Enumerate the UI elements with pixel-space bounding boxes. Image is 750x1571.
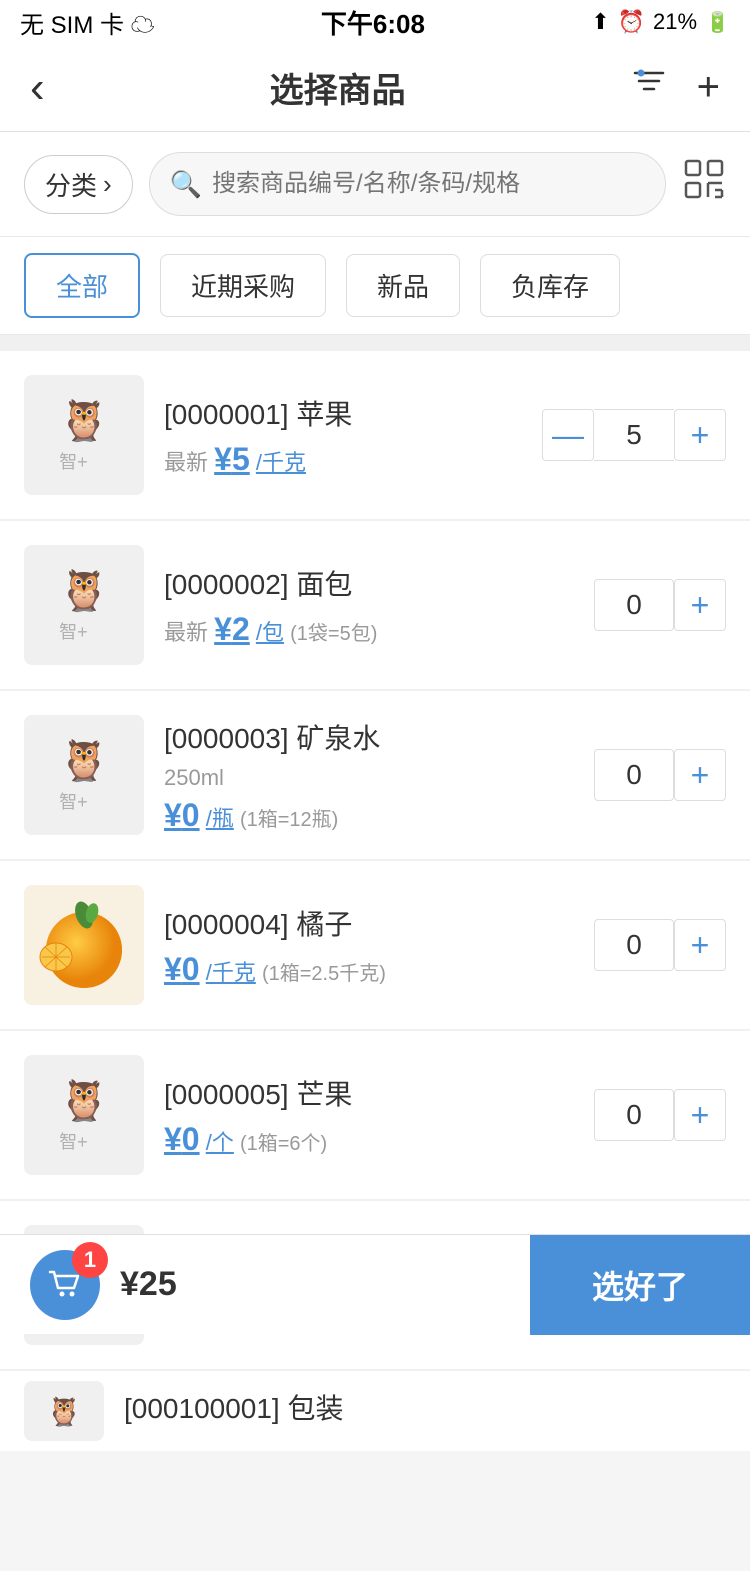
product-price: ¥0 /个 (1箱=6个) bbox=[164, 1121, 574, 1158]
nav-actions: + bbox=[631, 65, 720, 110]
cart-badge: 1 bbox=[72, 1242, 108, 1278]
product-price: ¥0 /千克 (1箱=2.5千克) bbox=[164, 951, 574, 988]
product-thumbnail bbox=[24, 885, 144, 1005]
quantity-control: + bbox=[594, 749, 726, 801]
plus-button[interactable]: + bbox=[674, 409, 726, 461]
tab-recent[interactable]: 近期采购 bbox=[160, 254, 326, 317]
list-item: 🦉 智+ [0000003] 矿泉水 250ml ¥0 /瓶 (1箱=12瓶) … bbox=[0, 691, 750, 859]
filter-icon[interactable] bbox=[631, 65, 667, 110]
search-row: 分类 › 🔍 bbox=[0, 132, 750, 237]
bottom-bar: 1 ¥25 选好了 bbox=[0, 1234, 750, 1334]
category-button[interactable]: 分类 › bbox=[24, 155, 133, 214]
product-name: [0000003] 矿泉水 bbox=[164, 717, 574, 757]
search-icon: 🔍 bbox=[170, 169, 202, 200]
bottom-spacer bbox=[0, 1451, 750, 1571]
product-price: ¥0 /瓶 (1箱=12瓶) bbox=[164, 797, 574, 834]
product-thumbnail: 🦉 智+ bbox=[24, 375, 144, 495]
placeholder-logo: 🦉 bbox=[59, 567, 109, 614]
plus-button[interactable]: + bbox=[674, 919, 726, 971]
plus-button[interactable]: + bbox=[674, 749, 726, 801]
quantity-input[interactable] bbox=[594, 579, 674, 631]
quantity-input[interactable] bbox=[594, 1089, 674, 1141]
product-info: [0000004] 橘子 ¥0 /千克 (1箱=2.5千克) bbox=[164, 903, 574, 988]
cart-area: 1 ¥25 bbox=[0, 1250, 207, 1320]
orange-image bbox=[34, 895, 134, 995]
product-info: [0000005] 芒果 ¥0 /个 (1箱=6个) bbox=[164, 1073, 574, 1158]
list-item: 🦉 智+ [0000005] 芒果 ¥0 /个 (1箱=6个) + bbox=[0, 1031, 750, 1199]
product-name: [0000001] 苹果 bbox=[164, 393, 522, 433]
product-info: [0000003] 矿泉水 250ml ¥0 /瓶 (1箱=12瓶) bbox=[164, 717, 574, 834]
placeholder-logo: 🦉 bbox=[47, 1395, 82, 1428]
back-button[interactable]: ‹ bbox=[30, 63, 45, 113]
quantity-control: — + bbox=[542, 409, 726, 461]
status-right: ⬆ ⏰ 21% 🔋 bbox=[591, 9, 730, 35]
list-item: 🦉 智+ [0000002] 面包 最新 ¥2 /包 (1袋=5包) + bbox=[0, 521, 750, 689]
placeholder-logo: 🦉 bbox=[59, 1077, 109, 1124]
product-name: [0000004] 橘子 bbox=[164, 903, 574, 943]
product-price: 最新 ¥5 /千克 bbox=[164, 441, 522, 478]
confirm-button[interactable]: 选好了 bbox=[530, 1235, 750, 1335]
quantity-input[interactable] bbox=[594, 919, 674, 971]
product-name: [000100001] 包装 bbox=[124, 1387, 726, 1427]
quantity-control: + bbox=[594, 579, 726, 631]
nav-bar: ‹ 选择商品 + bbox=[0, 44, 750, 132]
cart-icon-wrap[interactable]: 1 bbox=[30, 1250, 100, 1320]
status-left: 无 SIM 卡 ☁ bbox=[20, 5, 155, 40]
minus-button[interactable]: — bbox=[542, 409, 594, 461]
product-info: [0000002] 面包 最新 ¥2 /包 (1袋=5包) bbox=[164, 563, 574, 648]
product-thumbnail: 🦉 智+ bbox=[24, 715, 144, 835]
placeholder-logo: 🦉 bbox=[59, 737, 109, 784]
location-icon: ⬆ bbox=[591, 9, 609, 35]
product-spec: 250ml bbox=[164, 765, 574, 791]
search-input[interactable] bbox=[212, 170, 645, 198]
battery-icon: 🔋 bbox=[705, 10, 730, 35]
tab-all[interactable]: 全部 bbox=[24, 253, 140, 318]
tab-new[interactable]: 新品 bbox=[346, 254, 460, 317]
product-info: [0000001] 苹果 最新 ¥5 /千克 bbox=[164, 393, 522, 478]
tab-row: 全部 近期采购 新品 负库存 bbox=[0, 237, 750, 335]
status-time: 下午6:08 bbox=[321, 4, 425, 41]
page-title: 选择商品 bbox=[270, 63, 406, 112]
quantity-control: + bbox=[594, 919, 726, 971]
category-chevron: › bbox=[103, 169, 112, 200]
add-button[interactable]: + bbox=[697, 65, 720, 110]
search-box: 🔍 bbox=[149, 152, 666, 216]
product-price: 最新 ¥2 /包 (1袋=5包) bbox=[164, 611, 574, 648]
quantity-input[interactable] bbox=[594, 749, 674, 801]
plus-button[interactable]: + bbox=[674, 579, 726, 631]
alarm-icon: ⏰ bbox=[618, 9, 645, 35]
product-thumbnail: 🦉 智+ bbox=[24, 545, 144, 665]
product-name: [0000002] 面包 bbox=[164, 563, 574, 603]
product-name: [0000005] 芒果 bbox=[164, 1073, 574, 1113]
scan-icon[interactable] bbox=[682, 157, 726, 211]
placeholder-logo: 🦉 bbox=[59, 397, 109, 444]
status-bar: 无 SIM 卡 ☁ 下午6:08 ⬆ ⏰ 21% 🔋 bbox=[0, 0, 750, 44]
list-item: 🦉 [000100001] 包装 bbox=[0, 1371, 750, 1451]
list-item: 🦉 智+ [0000001] 苹果 最新 ¥5 /千克 — + bbox=[0, 351, 750, 519]
list-item: [0000004] 橘子 ¥0 /千克 (1箱=2.5千克) + bbox=[0, 861, 750, 1029]
cart-total: ¥25 bbox=[120, 1265, 177, 1304]
plus-button[interactable]: + bbox=[674, 1089, 726, 1141]
quantity-control: + bbox=[594, 1089, 726, 1141]
divider bbox=[0, 335, 750, 351]
category-label: 分类 bbox=[45, 166, 97, 203]
product-thumbnail: 🦉 智+ bbox=[24, 1055, 144, 1175]
product-thumbnail: 🦉 bbox=[24, 1381, 104, 1441]
product-info: [000100001] 包装 bbox=[124, 1387, 726, 1435]
quantity-input[interactable] bbox=[594, 409, 674, 461]
tab-negative[interactable]: 负库存 bbox=[480, 254, 620, 317]
battery-label: 21% bbox=[653, 9, 697, 35]
sim-label: 无 SIM 卡 ☁ bbox=[20, 5, 155, 40]
